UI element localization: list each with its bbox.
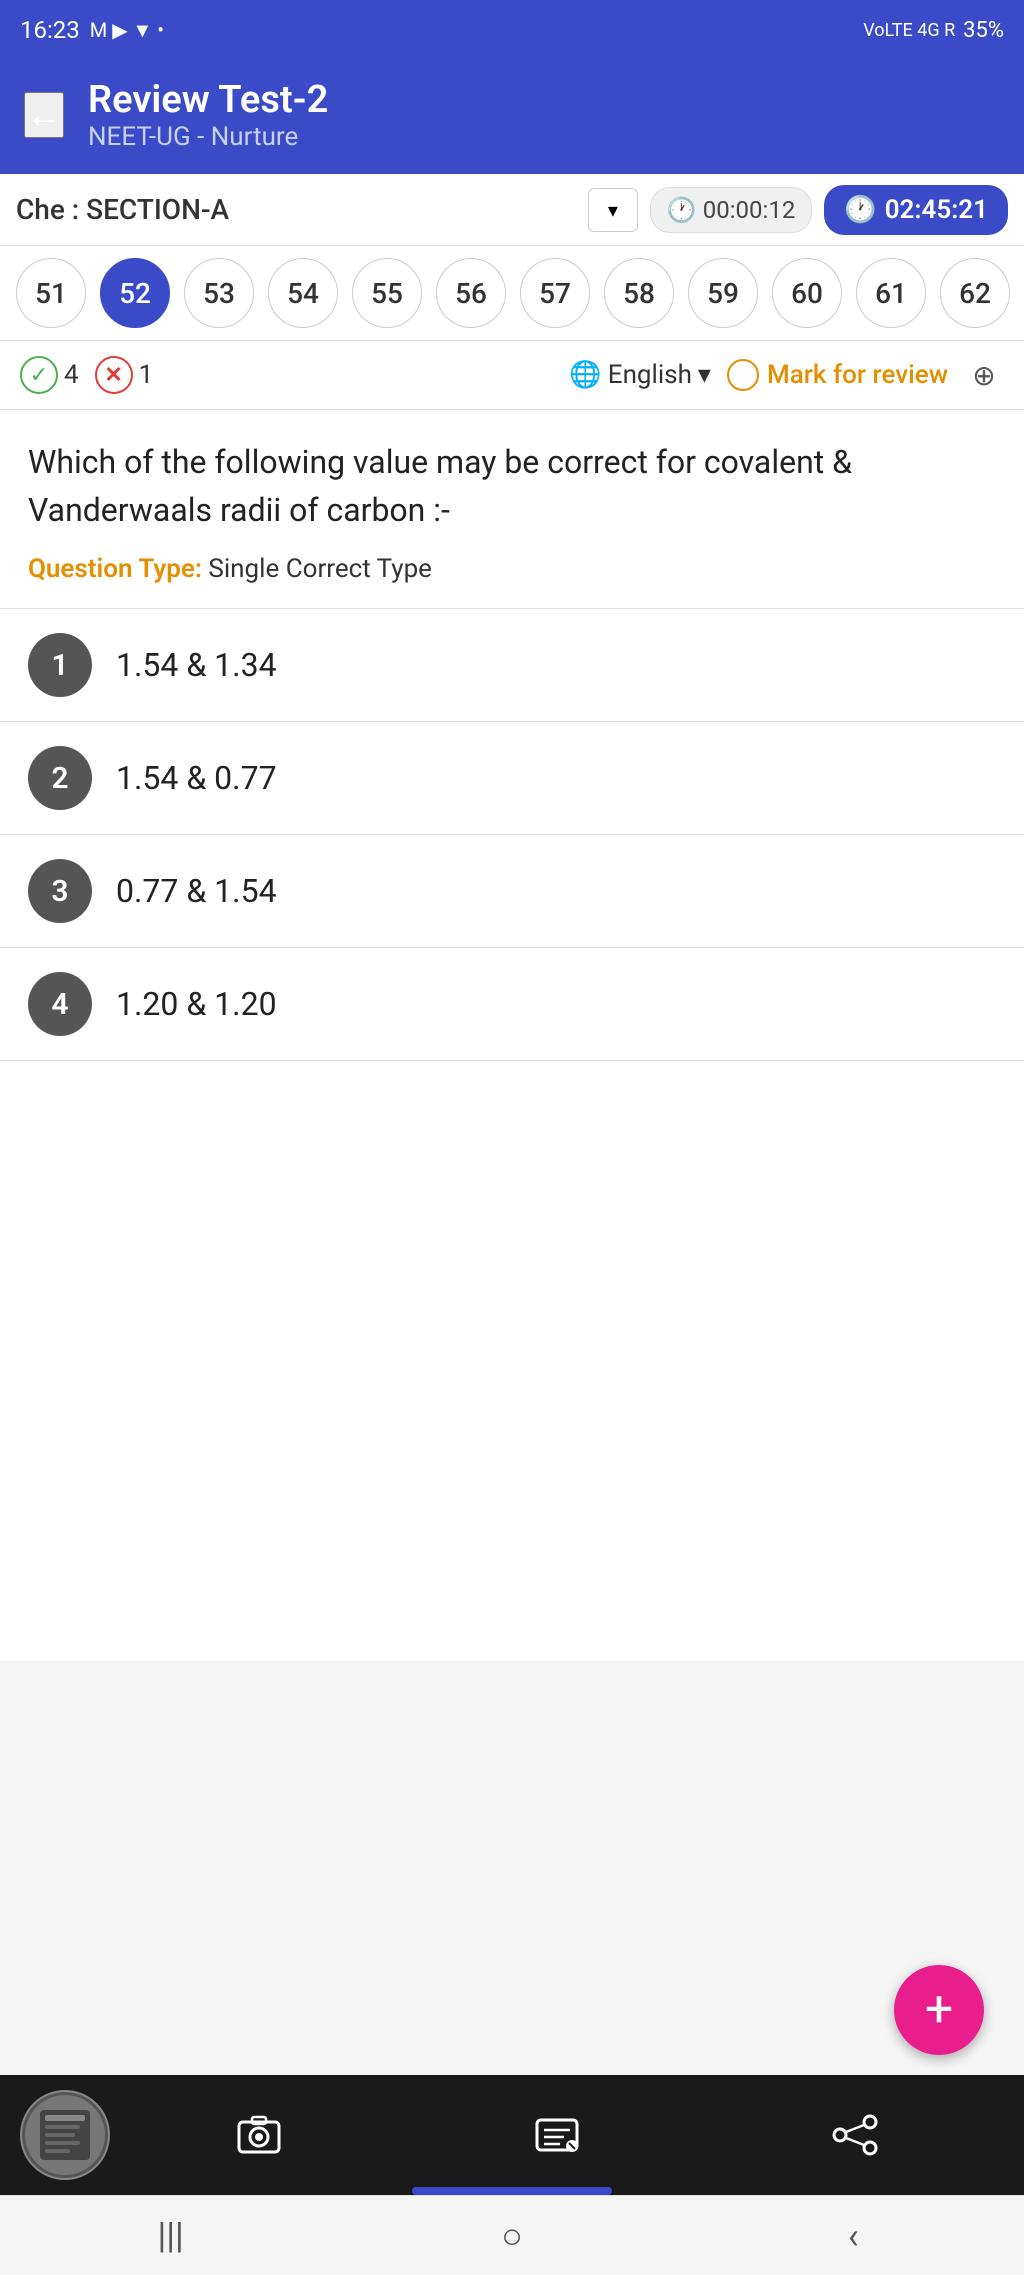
header: ← Review Test-2 NEET-UG - Nurture [0,60,1024,174]
zoom-in-icon: ⊕ [972,359,995,392]
plus-icon: + [925,1981,953,2039]
share-icon [830,2110,880,2160]
x-icon: ✕ [95,356,133,394]
bottom-indicator [412,2187,612,2195]
network-icon: VoLTE 4G R [863,20,955,41]
question-type-value: Single Correct Type [208,554,432,584]
check-icon: ✓ [20,356,58,394]
option-row-2[interactable]: 2 1.54 & 0.77 [0,722,1024,835]
capture-button[interactable] [234,2110,284,2160]
lang-dropdown-icon: ▾ [698,360,711,390]
question-number-54[interactable]: 54 [268,258,338,328]
wrong-count-value: 1 [139,360,154,390]
toolbar-icons [110,2110,1004,2160]
page-subtitle: NEET-UG - Nurture [88,122,328,152]
status-right: VoLTE 4G R 35% [863,18,1004,43]
dropdown-button[interactable]: ▾ [588,188,638,232]
option-number-4: 4 [28,972,92,1036]
preview-icon [35,2105,95,2165]
correct-count-value: 4 [64,360,79,390]
clock-icon-main: 🕐 [844,195,876,225]
question-number-52[interactable]: 52 [100,258,170,328]
question-number-55[interactable]: 55 [352,258,422,328]
mark-review-label: Mark for review [767,360,948,390]
battery-icon: 35% [963,18,1004,43]
thumbnail-preview [25,2095,105,2175]
question-type: Question Type: Single Correct Type [28,554,996,584]
status-icons: M ▶ ▼ • [90,18,164,43]
option-row-1[interactable]: 1 1.54 & 1.34 [0,609,1024,722]
question-number-59[interactable]: 59 [688,258,758,328]
status-time: 16:23 [20,16,80,44]
options-container: 1 1.54 & 1.34 2 1.54 & 0.77 3 0.77 & 1.54 4 1.2… [0,609,1024,1061]
status-left: 16:23 M ▶ ▼ • [20,16,164,44]
language-selector[interactable]: 🌐 English ▾ [569,360,711,390]
bottom-toolbar [0,2075,1024,2195]
question-type-label: Question Type: [28,554,202,584]
option-text-4: 1.20 & 1.20 [116,985,277,1023]
empty-space [0,1061,1024,1661]
annotate-icon [532,2110,582,2160]
question-time-value: 00:00:12 [703,196,796,224]
question-number-62[interactable]: 62 [940,258,1010,328]
menu-icon: ||| [157,2215,183,2257]
question-number-61[interactable]: 61 [856,258,926,328]
header-title-block: Review Test-2 NEET-UG - Nurture [88,78,328,152]
question-info-bar: ✓ 4 ✕ 1 🌐 English ▾ Mark for review ⊕ [0,341,1024,410]
main-time-value: 02:45:21 [885,195,988,225]
thumbnail-button[interactable] [20,2090,110,2180]
option-number-1: 1 [28,633,92,697]
section-bar: Che : SECTION-A ▾ 🕐 00:00:12 🕐 02:45:21 [0,174,1024,246]
section-selector[interactable]: Che : SECTION-A [16,193,576,226]
option-row-3[interactable]: 3 0.77 & 1.54 [0,835,1024,948]
nav-menu-button[interactable]: ||| [131,2206,211,2266]
question-content: Which of the following value may be corr… [0,410,1024,608]
option-text-2: 1.54 & 0.77 [116,759,277,797]
annotate-button[interactable] [532,2110,582,2160]
question-number-51[interactable]: 51 [16,258,86,328]
capture-icon [234,2110,284,2160]
question-number-57[interactable]: 57 [520,258,590,328]
language-label: English [608,360,692,390]
question-number-53[interactable]: 53 [184,258,254,328]
question-text: Which of the following value may be corr… [28,438,996,534]
back-button[interactable]: ← [24,92,64,138]
home-circle-icon: ○ [501,2215,523,2257]
question-numbers-row: 515253545556575859606162 [0,246,1024,341]
question-number-58[interactable]: 58 [604,258,674,328]
option-text-1: 1.54 & 1.34 [116,646,277,684]
option-number-2: 2 [28,746,92,810]
status-bar: 16:23 M ▶ ▼ • VoLTE 4G R 35% [0,0,1024,60]
review-circle-icon [727,359,759,391]
nav-bar: ||| ○ ‹ [0,2195,1024,2275]
clock-icon-small: 🕐 [667,196,697,224]
chevron-down-icon: ▾ [608,198,618,222]
zoom-button[interactable]: ⊕ [964,355,1004,395]
question-timer: 🕐 00:00:12 [650,187,812,233]
section-label: Che : SECTION-A [16,193,229,226]
fab-button[interactable]: + [894,1965,984,2055]
wrong-count: ✕ 1 [95,356,154,394]
correct-count: ✓ 4 [20,356,79,394]
nav-home-button[interactable]: ○ [472,2206,552,2266]
back-chevron-icon: ‹ [848,2215,859,2257]
mark-for-review-button[interactable]: Mark for review [727,359,948,391]
main-timer: 🕐 02:45:21 [824,185,1008,235]
question-number-60[interactable]: 60 [772,258,842,328]
globe-icon: 🌐 [569,360,601,390]
page-title: Review Test-2 [88,78,328,122]
option-row-4[interactable]: 4 1.20 & 1.20 [0,948,1024,1061]
option-number-3: 3 [28,859,92,923]
nav-back-button[interactable]: ‹ [813,2206,893,2266]
option-text-3: 0.77 & 1.54 [116,872,277,910]
share-button[interactable] [830,2110,880,2160]
question-number-56[interactable]: 56 [436,258,506,328]
